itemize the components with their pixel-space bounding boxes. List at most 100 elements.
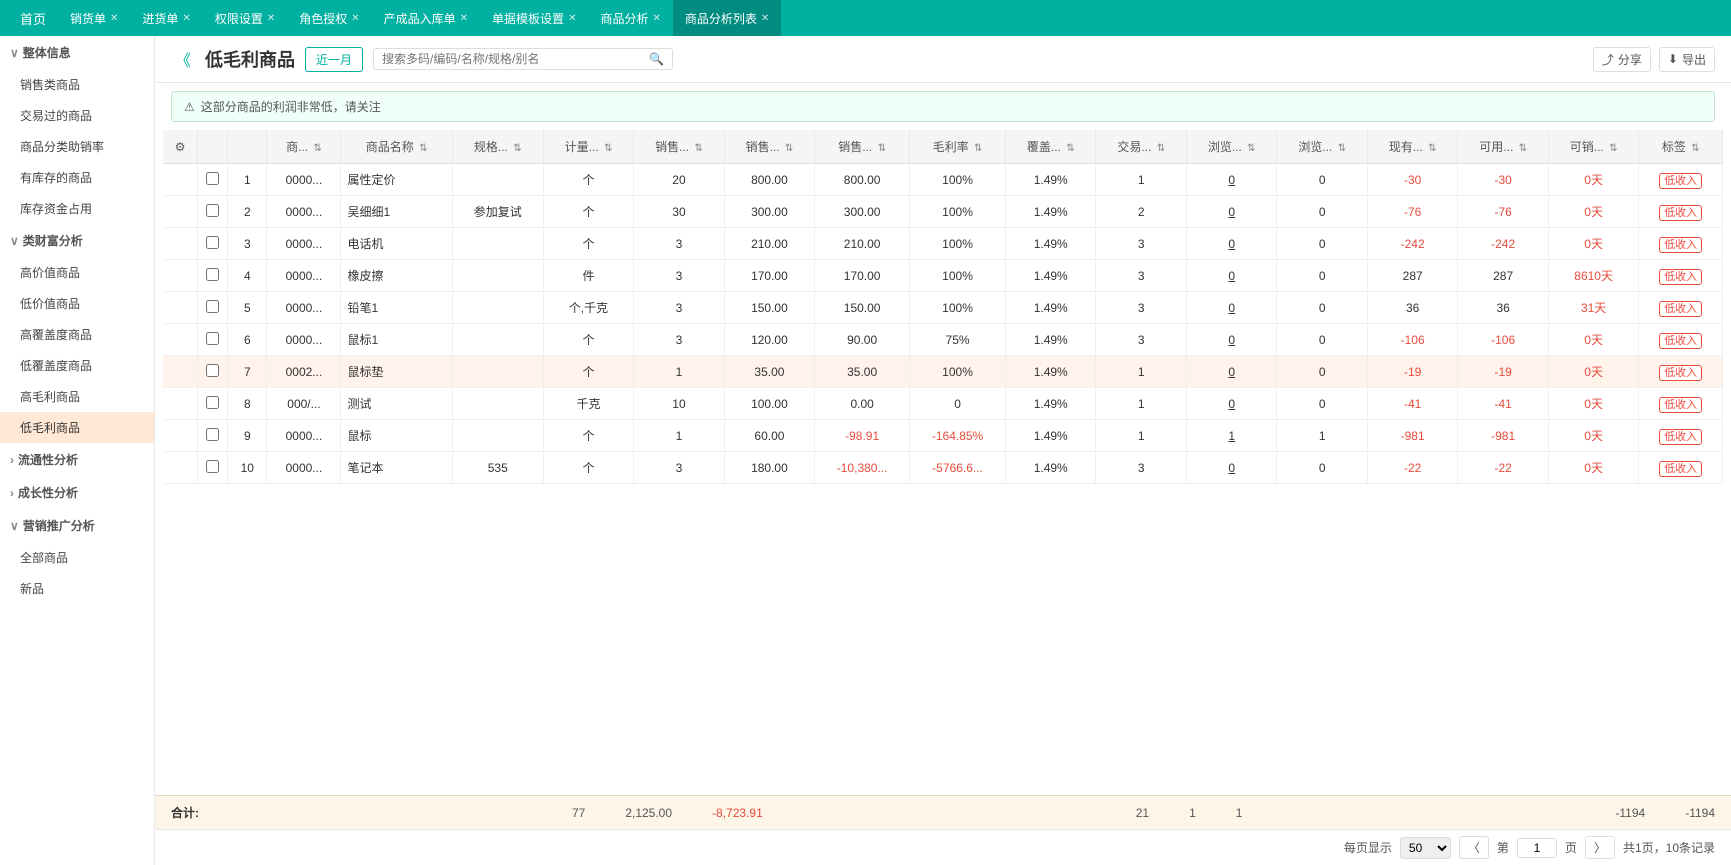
- settings-cell: [163, 164, 198, 196]
- sidebar-group-marketing[interactable]: ∨ 营销推广分析: [0, 509, 154, 542]
- row-checkbox[interactable]: [206, 172, 219, 185]
- row-available-stock: 287: [1458, 260, 1548, 292]
- per-page-label: 每页显示: [1344, 839, 1392, 856]
- tag-col-header[interactable]: 标签 ⇅: [1639, 130, 1723, 164]
- search-input[interactable]: [382, 52, 649, 66]
- close-auth-setting-tab[interactable]: ✕: [267, 13, 275, 24]
- per-page-select[interactable]: 50 100 200: [1400, 837, 1451, 859]
- sellable-stock-col-header[interactable]: 可销... ⇅: [1548, 130, 1638, 164]
- nav-product-analysis-list[interactable]: 商品分析列表 ✕: [673, 0, 781, 36]
- page-title: 低毛利商品: [205, 46, 295, 72]
- checkbox-cell: [198, 260, 228, 292]
- row-transaction: 2: [1096, 196, 1186, 228]
- table-row: 1 0000... 属性定价 个 20 800.00 800.00 100% 1…: [163, 164, 1723, 196]
- code-col-header[interactable]: 商... ⇅: [267, 130, 341, 164]
- row-checkbox[interactable]: [206, 300, 219, 313]
- sidebar-item-low-value[interactable]: 低价值商品: [0, 288, 154, 319]
- row-browse1: 0: [1186, 260, 1276, 292]
- row-name: 电话机: [341, 228, 452, 260]
- sidebar-item-stock-products[interactable]: 有库存的商品: [0, 162, 154, 193]
- settings-col-header[interactable]: ⚙: [163, 130, 198, 164]
- gross-margin-col-header[interactable]: 毛利率 ⇅: [910, 130, 1006, 164]
- row-checkbox[interactable]: [206, 364, 219, 377]
- nav-purchase[interactable]: 进货单 ✕: [130, 0, 202, 36]
- row-checkbox[interactable]: [206, 268, 219, 281]
- table-header-row: ⚙ 商... ⇅ 商品名称 ⇅ 规格... ⇅ 计量... ⇅ 销售... ⇅ …: [163, 130, 1723, 164]
- page-input[interactable]: [1517, 838, 1557, 858]
- prev-page-button[interactable]: 〈: [1459, 836, 1489, 859]
- name-col-header[interactable]: 商品名称 ⇅: [341, 130, 452, 164]
- row-checkbox[interactable]: [206, 460, 219, 473]
- sales-price-col-header[interactable]: 销售... ⇅: [724, 130, 814, 164]
- row-sales-price: 300.00: [724, 196, 814, 228]
- available-stock-col-header[interactable]: 可用... ⇅: [1458, 130, 1548, 164]
- nav-role-auth[interactable]: 角色授权 ✕: [287, 0, 371, 36]
- browse2-col-header[interactable]: 浏览... ⇅: [1277, 130, 1367, 164]
- time-filter-button[interactable]: 近一月: [305, 47, 363, 72]
- chevron-down-icon: ∨: [10, 519, 19, 533]
- row-checkbox[interactable]: [206, 396, 219, 409]
- sales-qty-col-header[interactable]: 销售... ⇅: [634, 130, 724, 164]
- sidebar-item-traded-products[interactable]: 交易过的商品: [0, 100, 154, 131]
- nav-auth-setting[interactable]: 权限设置 ✕: [203, 0, 287, 36]
- sidebar-collapse-button[interactable]: 《: [171, 47, 195, 71]
- browse1-link[interactable]: 0: [1228, 173, 1235, 187]
- export-button[interactable]: ⬇ 导出: [1659, 47, 1715, 72]
- sidebar-item-inventory-capital[interactable]: 库存资金占用: [0, 193, 154, 224]
- spec-col-header[interactable]: 规格... ⇅: [452, 130, 543, 164]
- nav-product-analysis[interactable]: 商品分析 ✕: [588, 0, 672, 36]
- browse1-col-header[interactable]: 浏览... ⇅: [1186, 130, 1276, 164]
- browse1-link[interactable]: 0: [1228, 205, 1235, 219]
- sidebar-item-high-margin[interactable]: 高毛利商品: [0, 381, 154, 412]
- row-checkbox[interactable]: [206, 428, 219, 441]
- nav-product-inbound[interactable]: 产成品入库单 ✕: [372, 0, 480, 36]
- share-button[interactable]: ⤴ 分享: [1593, 47, 1651, 72]
- row-checkbox[interactable]: [206, 204, 219, 217]
- row-browse1: 0: [1186, 196, 1276, 228]
- nav-sales[interactable]: 销货单 ✕: [58, 0, 130, 36]
- browse1-link[interactable]: 0: [1228, 333, 1235, 347]
- browse1-link[interactable]: 0: [1228, 269, 1235, 283]
- sidebar-item-category-rate[interactable]: 商品分类助销率: [0, 131, 154, 162]
- coverage-col-header[interactable]: 覆盖... ⇅: [1005, 130, 1095, 164]
- transaction-col-header[interactable]: 交易... ⇅: [1096, 130, 1186, 164]
- row-checkbox[interactable]: [206, 236, 219, 249]
- browse1-link[interactable]: 0: [1228, 237, 1235, 251]
- sidebar-group-circulation[interactable]: › 流通性分析: [0, 443, 154, 476]
- next-page-button[interactable]: 〉: [1585, 836, 1615, 859]
- close-product-analysis-list-tab[interactable]: ✕: [761, 13, 769, 24]
- sidebar-item-sales-products[interactable]: 销售类商品: [0, 69, 154, 100]
- browse1-link[interactable]: 0: [1228, 301, 1235, 315]
- sidebar-item-high-coverage[interactable]: 高覆盖度商品: [0, 319, 154, 350]
- close-product-analysis-tab[interactable]: ✕: [652, 13, 660, 24]
- sidebar-item-all-products[interactable]: 全部商品: [0, 542, 154, 573]
- row-sales-price: 100.00: [724, 388, 814, 420]
- row-gross-margin: -5766.6...: [910, 452, 1006, 484]
- sales-amount-col-header[interactable]: 销售... ⇅: [815, 130, 910, 164]
- browse1-link[interactable]: 1: [1228, 429, 1235, 443]
- footer-available-stock: -1194: [1685, 806, 1715, 820]
- sidebar-item-new-products[interactable]: 新品: [0, 573, 154, 604]
- close-sales-tab[interactable]: ✕: [110, 13, 118, 24]
- nav-home[interactable]: 首页: [8, 0, 58, 36]
- nav-template[interactable]: 单据模板设置 ✕: [480, 0, 588, 36]
- row-checkbox[interactable]: [206, 332, 219, 345]
- sidebar-item-high-value[interactable]: 高价值商品: [0, 257, 154, 288]
- current-stock-col-header[interactable]: 现有... ⇅: [1367, 130, 1457, 164]
- close-template-tab[interactable]: ✕: [568, 13, 576, 24]
- sidebar-group-overall[interactable]: ∨ 整体信息: [0, 36, 154, 69]
- close-purchase-tab[interactable]: ✕: [182, 13, 190, 24]
- unit-col-header[interactable]: 计量... ⇅: [543, 130, 633, 164]
- close-role-auth-tab[interactable]: ✕: [351, 13, 359, 24]
- browse1-link[interactable]: 0: [1228, 461, 1235, 475]
- row-gross-margin: 75%: [910, 324, 1006, 356]
- sidebar-item-low-margin[interactable]: 低毛利商品: [0, 412, 154, 443]
- browse1-link[interactable]: 0: [1228, 397, 1235, 411]
- settings-cell: [163, 388, 198, 420]
- search-icon[interactable]: 🔍: [649, 52, 664, 66]
- browse1-link[interactable]: 0: [1228, 365, 1235, 379]
- sidebar-group-growth[interactable]: › 成长性分析: [0, 476, 154, 509]
- sidebar-item-low-coverage[interactable]: 低覆盖度商品: [0, 350, 154, 381]
- sidebar-group-wealth[interactable]: ∨ 类财富分析: [0, 224, 154, 257]
- close-product-inbound-tab[interactable]: ✕: [460, 13, 468, 24]
